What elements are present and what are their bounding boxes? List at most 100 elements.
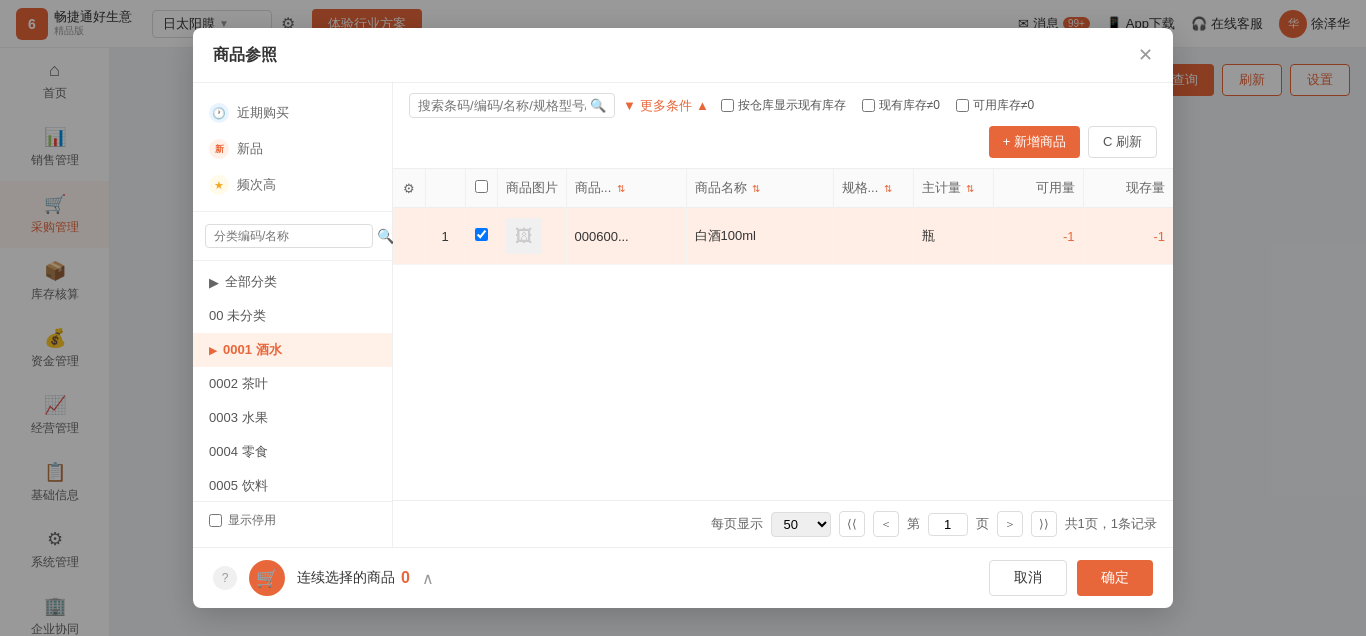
modal-overlay: 商品参照 ✕ 🕐 近期购买 新 新品 ★ 频次高 [0, 0, 1366, 636]
checkbox-available-ne0[interactable] [956, 99, 969, 112]
checkbox-available-ne0-text: 可用库存≠0 [973, 97, 1034, 114]
th-code[interactable]: 商品... ⇅ [566, 169, 686, 208]
confirm-button[interactable]: 确定 [1077, 560, 1153, 596]
modal-title: 商品参照 [213, 45, 277, 66]
modal-header: 商品参照 ✕ [193, 28, 1173, 83]
cat-label-all: 全部分类 [225, 273, 277, 291]
category-search-input[interactable] [205, 224, 373, 248]
th-check [465, 169, 497, 208]
collapse-footer-icon[interactable]: ∧ [422, 569, 434, 588]
row-check[interactable] [465, 208, 497, 265]
cat-item-0003[interactable]: 0003 水果 [193, 401, 392, 435]
modal-close-button[interactable]: ✕ [1138, 44, 1153, 66]
cancel-button[interactable]: 取消 [989, 560, 1067, 596]
quick-item-frequent[interactable]: ★ 频次高 [193, 167, 392, 203]
available-value: -1 [1063, 229, 1075, 244]
th-stock: 现存量 [1083, 169, 1173, 208]
checkbox-available-ne0-label[interactable]: 可用库存≠0 [956, 97, 1034, 114]
cat-item-0004[interactable]: 0004 零食 [193, 435, 392, 469]
selected-label: 连续选择的商品 [297, 569, 395, 587]
page-size-select[interactable]: 50 20 100 [771, 512, 831, 537]
cat-label-0005: 0005 饮料 [209, 477, 268, 495]
selected-count-display: 连续选择的商品 0 [297, 569, 410, 587]
product-search-input[interactable] [418, 98, 586, 113]
total-records-label: 共1页，1条记录 [1065, 515, 1157, 533]
cat-item-0005[interactable]: 0005 饮料 [193, 469, 392, 501]
last-page-button[interactable]: ⟩⟩ [1031, 511, 1057, 537]
sort-code-icon: ⇅ [617, 183, 625, 194]
help-icon[interactable]: ? [213, 566, 237, 590]
page-size-label: 每页显示 [711, 515, 763, 533]
row-checkbox[interactable] [475, 228, 488, 241]
row-unit: 瓶 [913, 208, 993, 265]
cat-item-0002[interactable]: 0002 茶叶 [193, 367, 392, 401]
cart-button[interactable]: 🛒 [249, 560, 285, 596]
th-unit[interactable]: 主计量 ⇅ [913, 169, 993, 208]
checkbox-warehouse[interactable] [721, 99, 734, 112]
select-all-checkbox[interactable] [475, 180, 488, 193]
th-available: 可用量 [993, 169, 1083, 208]
checkbox-stock-ne0[interactable] [862, 99, 875, 112]
cat-label-0001: 0001 酒水 [223, 341, 282, 359]
freq-icon: ★ [209, 175, 229, 195]
add-product-button[interactable]: + 新增商品 [989, 126, 1080, 158]
th-name[interactable]: 商品名称 ⇅ [686, 169, 833, 208]
th-spec[interactable]: 规格... ⇅ [833, 169, 913, 208]
row-num: 1 [425, 208, 465, 265]
checkbox-stock-ne0-label[interactable]: 现有库存≠0 [862, 97, 940, 114]
row-stock: -1 [1083, 208, 1173, 265]
pagination-bar: 每页显示 50 20 100 ⟨⟨ ＜ 第 页 ＞ ⟩⟩ 共1页，1条记录 [393, 500, 1173, 547]
category-search-icon[interactable]: 🔍 [377, 228, 394, 244]
refresh-product-button[interactable]: C 刷新 [1088, 126, 1157, 158]
show-disabled-checkbox[interactable] [209, 514, 222, 527]
category-list: ▶ 全部分类 00 未分类 ▶ 0001 酒水 0002 茶叶 0003 水果 [193, 265, 392, 501]
page-number-input[interactable] [928, 513, 968, 536]
filter-checkboxes: 按仓库显示现有库存 现有库存≠0 可用库存≠0 [721, 97, 1035, 114]
checkbox-stock-ne0-text: 现有库存≠0 [879, 97, 940, 114]
sort-name-icon: ⇅ [752, 183, 760, 194]
new-icon: 新 [209, 139, 229, 159]
product-reference-modal: 商品参照 ✕ 🕐 近期购买 新 新品 ★ 频次高 [193, 28, 1173, 608]
product-table: ⚙ 商品图片 商品... ⇅ [393, 169, 1173, 265]
page-label-pre: 第 [907, 515, 920, 533]
cat-item-all[interactable]: ▶ 全部分类 [193, 265, 392, 299]
left-panel: 🕐 近期购买 新 新品 ★ 频次高 🔍 [193, 83, 393, 547]
th-settings[interactable]: ⚙ [393, 169, 425, 208]
sort-spec-icon: ⇅ [884, 183, 892, 194]
th-img: 商品图片 [497, 169, 566, 208]
quick-item-recent[interactable]: 🕐 近期购买 [193, 95, 392, 131]
stock-value: -1 [1153, 229, 1165, 244]
checkbox-warehouse-label[interactable]: 按仓库显示现有库存 [721, 97, 846, 114]
row-spec [833, 208, 913, 265]
table-row[interactable]: 1 🖼 000600... 白酒100ml 瓶 [393, 208, 1173, 265]
next-page-button[interactable]: ＞ [997, 511, 1023, 537]
cat-label-00: 00 未分类 [209, 307, 266, 325]
filter-arrow-icon: ▲ [696, 98, 709, 113]
cat-item-0001[interactable]: ▶ 0001 酒水 [193, 333, 392, 367]
page-label-post: 页 [976, 515, 989, 533]
cat-item-00[interactable]: 00 未分类 [193, 299, 392, 333]
row-settings [393, 208, 425, 265]
th-code-label: 商品... [575, 180, 612, 195]
modal-body: 🕐 近期购买 新 新品 ★ 频次高 🔍 [193, 83, 1173, 547]
th-name-label: 商品名称 [695, 180, 747, 195]
cat-arrow-0001: ▶ [209, 345, 217, 356]
quick-item-new[interactable]: 新 新品 [193, 131, 392, 167]
th-spec-label: 规格... [842, 180, 879, 195]
divider-2 [193, 260, 392, 261]
row-name: 白酒100ml [686, 208, 833, 265]
toolbar: 🔍 ▼ 更多条件 ▲ 按仓库显示现有库存 现 [393, 83, 1173, 169]
more-filter-button[interactable]: ▼ 更多条件 ▲ [623, 97, 709, 115]
show-disabled-label: 显示停用 [228, 512, 276, 529]
row-img: 🖼 [497, 208, 566, 265]
first-page-button[interactable]: ⟨⟨ [839, 511, 865, 537]
filter-label: 更多条件 [640, 97, 692, 115]
row-code: 000600... [566, 208, 686, 265]
product-search-icon[interactable]: 🔍 [590, 98, 606, 113]
footer-actions: 取消 确定 [989, 560, 1153, 596]
product-thumbnail: 🖼 [506, 218, 542, 254]
prev-page-button[interactable]: ＜ [873, 511, 899, 537]
right-panel: 🔍 ▼ 更多条件 ▲ 按仓库显示现有库存 现 [393, 83, 1173, 547]
table-body: 1 🖼 000600... 白酒100ml 瓶 [393, 208, 1173, 265]
cat-search-row: 🔍 [193, 216, 392, 256]
